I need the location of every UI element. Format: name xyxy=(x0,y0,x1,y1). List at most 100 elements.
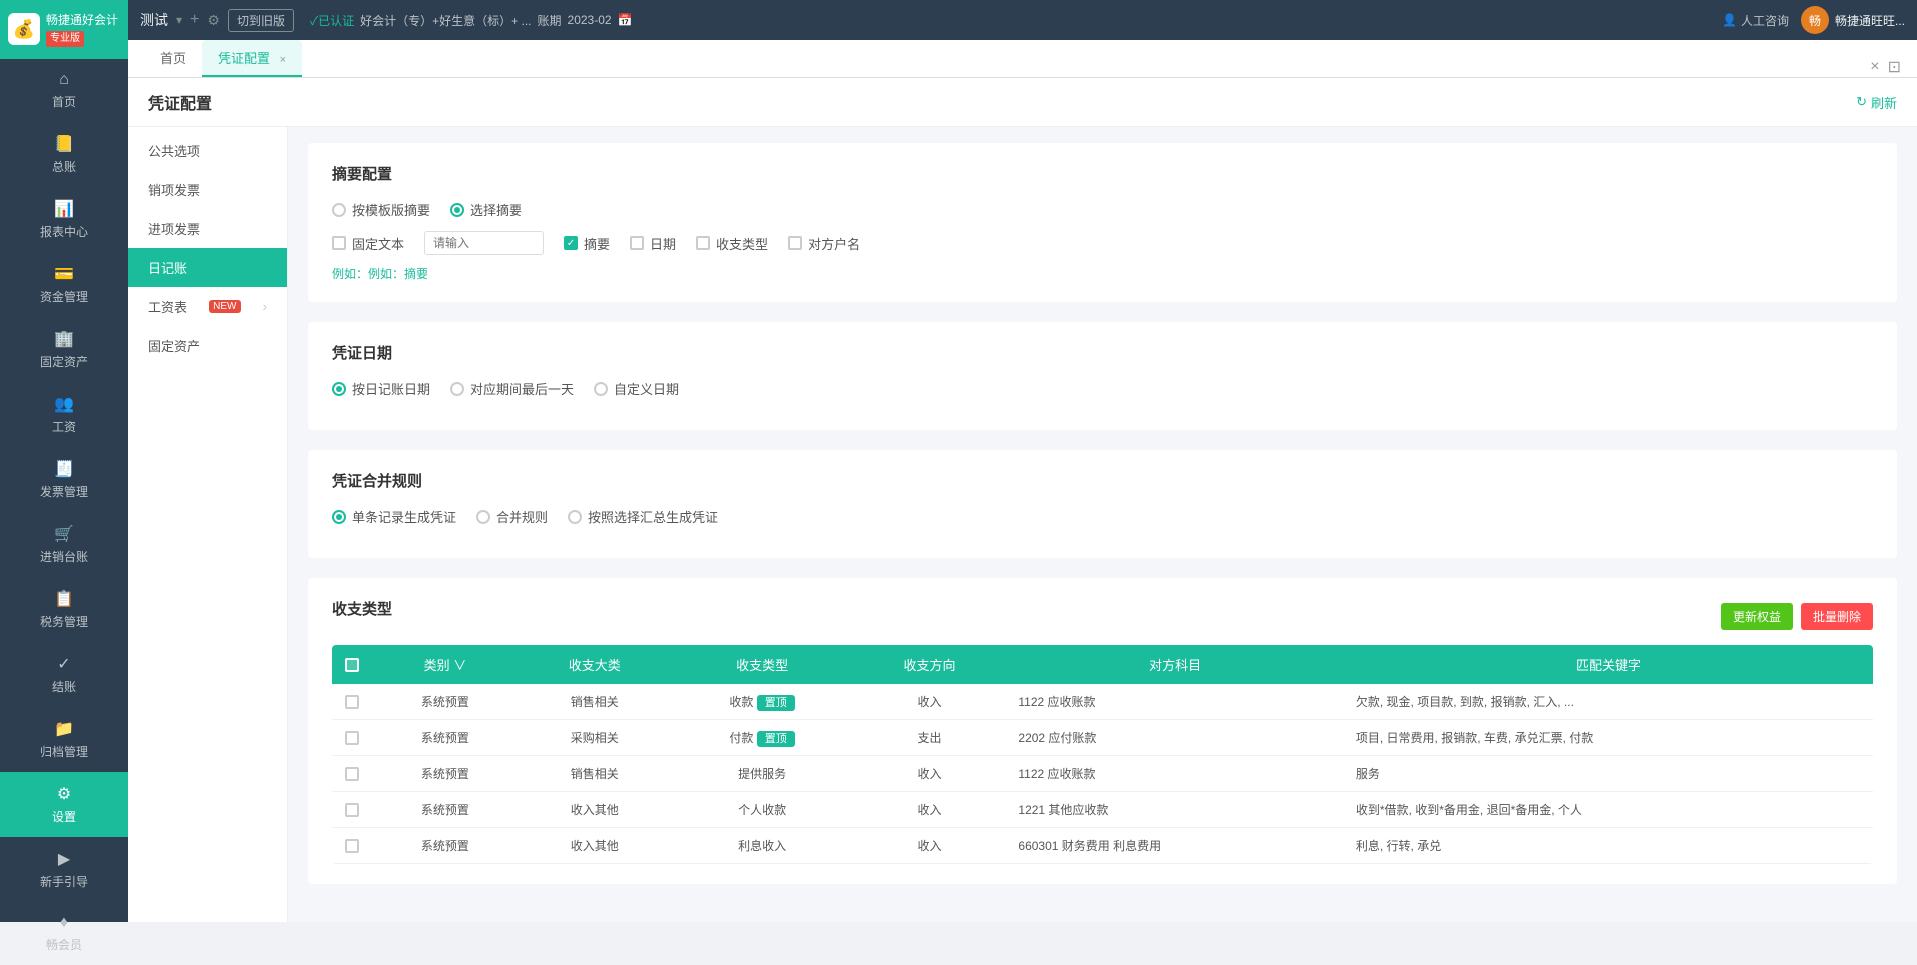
row-checkbox-1[interactable] xyxy=(332,720,372,756)
row-type-4: 利息收入 xyxy=(672,828,853,864)
asset-icon: 🏢 xyxy=(54,329,74,349)
row-major-4: 收入其他 xyxy=(518,828,672,864)
fixed-text-input[interactable] xyxy=(424,231,544,255)
row-check-2[interactable] xyxy=(345,767,359,781)
logo-icon: 💰 xyxy=(8,13,40,45)
radio-template-summary[interactable]: 按模板版摘要 xyxy=(332,200,430,219)
radio-select-summary[interactable]: 选择摘要 xyxy=(450,200,522,219)
nav-item-fixed-asset[interactable]: 固定资产 xyxy=(128,326,287,365)
select-all-checkbox[interactable] xyxy=(345,658,359,672)
sidebar-item-home[interactable]: ⌂ 首页 xyxy=(0,59,128,122)
topbar-add-icon[interactable]: + xyxy=(190,11,199,29)
row-checkbox-0[interactable] xyxy=(332,684,372,720)
th-major: 收支大类 xyxy=(518,645,672,684)
sidebar-item-tax[interactable]: 📋 税务管理 xyxy=(0,577,128,642)
nav-item-purchase[interactable]: 进项发票 xyxy=(128,209,287,248)
row-checkbox-4[interactable] xyxy=(332,828,372,864)
income-section-title: 收支类型 xyxy=(332,598,392,619)
row-checkbox-3[interactable] xyxy=(332,792,372,828)
sidebar-item-close[interactable]: ✓ 结账 xyxy=(0,642,128,707)
row-check-3[interactable] xyxy=(345,803,359,817)
checkbox-summary[interactable]: ✓ 摘要 xyxy=(564,234,610,253)
sidebar-item-guide[interactable]: ▶ 新手引导 xyxy=(0,837,128,902)
tab-close-icon[interactable]: × xyxy=(280,54,286,66)
reset-tag-0[interactable]: 置顶 xyxy=(757,695,795,711)
reset-tag-1[interactable]: 置顶 xyxy=(757,731,795,747)
sidebar-item-member[interactable]: ♦ 畅会员 xyxy=(0,902,128,965)
refresh-button[interactable]: ↻ 刷新 xyxy=(1856,93,1897,112)
row-check-1[interactable] xyxy=(345,731,359,745)
row-category-4: 系统预置 xyxy=(372,828,518,864)
nav-item-sales[interactable]: 销项发票 xyxy=(128,170,287,209)
tax-icon: 📋 xyxy=(54,589,74,609)
window-close-button[interactable]: × xyxy=(1870,58,1879,76)
purchase-icon: 🛒 xyxy=(54,524,74,544)
invoice-icon: 🧾 xyxy=(54,459,74,479)
topbar: 测试 ▾ + ⚙ 切到旧版 ✓已认证 好会计（专）+好生意（标）+ ... 账期… xyxy=(128,0,1917,40)
checkbox-income-type[interactable]: 收支类型 xyxy=(696,234,768,253)
row-check-4[interactable] xyxy=(345,839,359,853)
period-value: 2023-02 xyxy=(568,13,612,27)
avatar: 畅 xyxy=(1801,6,1829,34)
sidebar-item-salary[interactable]: 👥 工资 xyxy=(0,382,128,447)
checkbox-counterparty[interactable]: 对方户名 xyxy=(788,234,860,253)
radio-custom-date[interactable]: 自定义日期 xyxy=(594,379,679,398)
logo: 💰 畅捷通好会计 专业版 xyxy=(0,0,128,59)
sidebar-item-settings[interactable]: ⚙ 设置 xyxy=(0,772,128,837)
row-checkbox-2[interactable] xyxy=(332,756,372,792)
date-section-title: 凭证日期 xyxy=(332,342,1873,363)
table-row: 系统预置 采购相关 付款 置顶 支出 2202 应付账款 项目, 日常费用, 报… xyxy=(332,720,1873,756)
service-button[interactable]: 👤 人工咨询 xyxy=(1722,12,1789,29)
row-category-1: 系统预置 xyxy=(372,720,518,756)
radio-journal-date[interactable]: 按日记账日期 xyxy=(332,379,430,398)
radio-period-last[interactable]: 对应期间最后一天 xyxy=(450,379,574,398)
user-menu[interactable]: 畅 畅捷通旺旺... xyxy=(1801,6,1905,34)
row-type-3: 个人收款 xyxy=(672,792,853,828)
merge-section: 凭证合并规则 单条记录生成凭证 合并规则 按照选择汇总生成凭证 xyxy=(308,450,1897,558)
sidebar-item-fund[interactable]: 💳 资金管理 xyxy=(0,252,128,317)
home-icon: ⌂ xyxy=(59,71,69,89)
nav-item-salary-table[interactable]: 工资表 NEW › xyxy=(128,287,287,326)
row-keywords-3: 收到*借款, 收到*备用金, 退回*备用金, 个人 xyxy=(1344,792,1873,828)
th-type: 收支类型 xyxy=(672,645,853,684)
topbar-dropdown-icon[interactable]: ▾ xyxy=(176,13,182,27)
row-keywords-1: 项目, 日常费用, 报销款, 车费, 承兑汇票, 付款 xyxy=(1344,720,1873,756)
sidebar-item-report[interactable]: 📊 报表中心 xyxy=(0,187,128,252)
sidebar-item-ledger[interactable]: 📒 总账 xyxy=(0,122,128,187)
switch-version-button[interactable]: 切到旧版 xyxy=(228,9,294,32)
calendar-icon[interactable]: 📅 xyxy=(618,13,633,27)
checkbox-date[interactable]: 日期 xyxy=(630,234,676,253)
nav-item-journal[interactable]: 日记账 xyxy=(128,248,287,287)
radio-single-record[interactable]: 单条记录生成凭证 xyxy=(332,507,456,526)
radio-summary-total[interactable]: 按照选择汇总生成凭证 xyxy=(568,507,718,526)
journal-date-circle xyxy=(332,382,346,396)
topbar-gear-icon[interactable]: ⚙ xyxy=(207,12,220,29)
sidebar-item-archive[interactable]: 📁 归档管理 xyxy=(0,707,128,772)
row-direction-3: 收入 xyxy=(853,792,1007,828)
row-direction-4: 收入 xyxy=(853,828,1007,864)
tab-home[interactable]: 首页 xyxy=(144,40,202,77)
row-category-3: 系统预置 xyxy=(372,792,518,828)
row-type-0: 收款 置顶 xyxy=(672,684,853,720)
th-select[interactable] xyxy=(332,645,372,684)
row-check-0[interactable] xyxy=(345,695,359,709)
sidebar-item-asset[interactable]: 🏢 固定资产 xyxy=(0,317,128,382)
update-button[interactable]: 更新权益 xyxy=(1721,603,1793,630)
period-last-circle xyxy=(450,382,464,396)
window-maximize-button[interactable]: ⊡ xyxy=(1888,57,1901,77)
checkbox-fixed-text[interactable]: 固定文本 xyxy=(332,234,404,253)
sidebar-item-invoice[interactable]: 🧾 发票管理 xyxy=(0,447,128,512)
row-subject-1: 2202 应付账款 xyxy=(1006,720,1344,756)
sidebar-item-purchase[interactable]: 🛒 进销台账 xyxy=(0,512,128,577)
merge-radio-group: 单条记录生成凭证 合并规则 按照选择汇总生成凭证 xyxy=(332,507,1873,526)
date-section: 凭证日期 按日记账日期 对应期间最后一天 自定义日期 xyxy=(308,322,1897,430)
refresh-icon: ↻ xyxy=(1856,94,1867,110)
custom-date-circle xyxy=(594,382,608,396)
radio-merge-rules[interactable]: 合并规则 xyxy=(476,507,548,526)
tab-voucher-config[interactable]: 凭证配置 × xyxy=(202,40,302,77)
batch-delete-button[interactable]: 批量删除 xyxy=(1801,603,1873,630)
income-section: 收支类型 更新权益 批量删除 类别 ∨ xyxy=(308,578,1897,884)
nav-item-public[interactable]: 公共选项 xyxy=(128,131,287,170)
row-type-2: 提供服务 xyxy=(672,756,853,792)
th-direction: 收支方向 xyxy=(853,645,1007,684)
